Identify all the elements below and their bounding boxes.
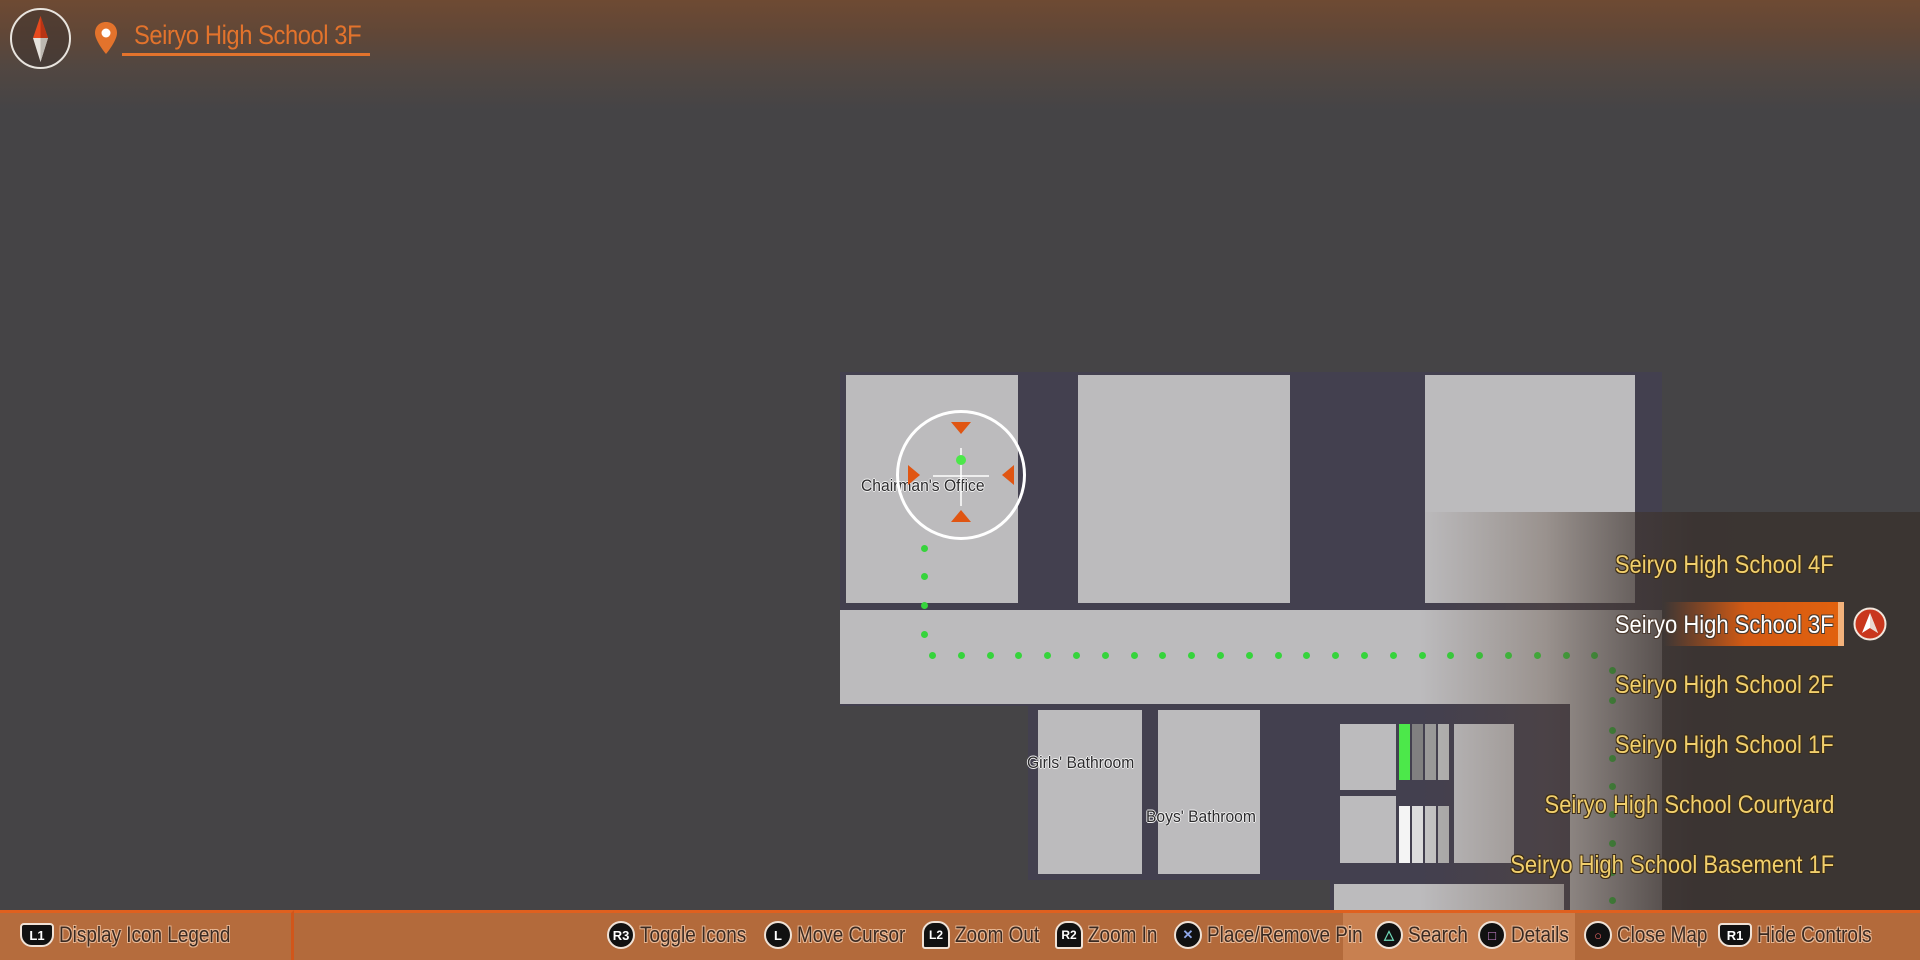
- room-girls-bathroom[interactable]: [1038, 710, 1142, 874]
- hint-place-remove-pin[interactable]: ✕ Place/Remove Pin: [1174, 918, 1388, 952]
- wall: [1078, 603, 1290, 607]
- route-dot: [958, 652, 965, 659]
- hint-display-icon-legend[interactable]: L1 Display Icon Legend: [20, 918, 258, 952]
- route-dot: [1073, 652, 1080, 659]
- route-dot: [1044, 652, 1051, 659]
- floor-item-1f[interactable]: Seiryo High School 1F: [1615, 724, 1834, 766]
- hint-search[interactable]: △ Search: [1375, 918, 1478, 952]
- r1-button-icon: R1: [1718, 923, 1752, 947]
- player-location-arrow-icon: [1853, 607, 1887, 641]
- route-dot: [1131, 652, 1138, 659]
- stairs-step: [1399, 806, 1410, 863]
- hint-label: Close Map: [1617, 922, 1708, 947]
- hint-label: Zoom In: [1088, 922, 1158, 947]
- room-boys-bathroom[interactable]: [1158, 710, 1260, 874]
- floor-item-2f[interactable]: Seiryo High School 2F: [1615, 664, 1834, 706]
- route-dot: [1217, 652, 1224, 659]
- route-dot: [1332, 652, 1339, 659]
- wall: [940, 603, 1018, 607]
- cross-button-icon: ✕: [1174, 921, 1202, 949]
- hint-details[interactable]: □ Details: [1478, 918, 1578, 952]
- room-small-a[interactable]: [1340, 724, 1396, 790]
- hint-label: Move Cursor: [797, 922, 906, 947]
- l2-button-icon: L2: [922, 921, 950, 949]
- route-dot: [921, 631, 928, 638]
- route-dot: [921, 602, 928, 609]
- route-dot: [1246, 652, 1253, 659]
- floor-item-3f[interactable]: Seiryo High School 3F: [1615, 604, 1834, 646]
- hint-label: Details: [1511, 922, 1569, 947]
- route-dot: [1275, 652, 1282, 659]
- route-dot: [929, 652, 936, 659]
- hint-label: Display Icon Legend: [59, 922, 231, 947]
- route-dot: [1188, 652, 1195, 659]
- hint-label: Search: [1408, 922, 1468, 947]
- floor-item-4f[interactable]: Seiryo High School 4F: [1615, 544, 1834, 586]
- floor-item-basement-1f[interactable]: Seiryo High School Basement 1F: [1510, 844, 1834, 886]
- route-dot: [921, 573, 928, 580]
- triangle-button-icon: △: [1375, 921, 1403, 949]
- label-boys-bathroom: Boys' Bathroom: [1146, 807, 1256, 826]
- map-cursor-icon[interactable]: [896, 410, 1026, 540]
- route-dot: [1102, 652, 1109, 659]
- hint-zoom-out[interactable]: L2 Zoom Out: [922, 918, 1053, 952]
- route-dot: [1390, 652, 1397, 659]
- hint-label: Zoom Out: [955, 922, 1040, 947]
- r2-button-icon: R2: [1055, 921, 1083, 949]
- l1-button-icon: L1: [20, 923, 54, 947]
- hint-label: Hide Controls: [1757, 922, 1872, 947]
- r3-button-icon: R3: [607, 921, 635, 949]
- room-small-b[interactable]: [1340, 796, 1396, 863]
- left-stick-icon: L: [764, 921, 792, 949]
- square-button-icon: □: [1478, 921, 1506, 949]
- hint-label: Place/Remove Pin: [1207, 922, 1363, 947]
- route-dot: [1303, 652, 1310, 659]
- location-title-underline: [122, 53, 370, 56]
- circle-button-icon: ○: [1584, 921, 1612, 949]
- hint-toggle-icons[interactable]: R3 Toggle Icons: [607, 918, 764, 952]
- route-dot: [1159, 652, 1166, 659]
- route-dot: [1361, 652, 1368, 659]
- compass-icon: [10, 8, 71, 69]
- route-dot: [987, 652, 994, 659]
- room-classroom-a[interactable]: [1078, 375, 1290, 603]
- hint-move-cursor[interactable]: L Move Cursor: [764, 918, 923, 952]
- floor-selected-edge: [1838, 602, 1844, 646]
- location-title: Seiryo High School 3F: [134, 20, 362, 50]
- wall: [846, 603, 916, 607]
- hint-hide-controls[interactable]: R1 Hide Controls: [1718, 918, 1890, 952]
- floor-item-courtyard[interactable]: Seiryo High School Courtyard: [1544, 784, 1834, 826]
- route-dot: [921, 545, 928, 552]
- hint-zoom-in[interactable]: R2 Zoom In: [1055, 918, 1169, 952]
- label-girls-bathroom: Girls' Bathroom: [1027, 753, 1135, 772]
- stairs-up-highlight[interactable]: [1399, 724, 1410, 780]
- route-dot: [1015, 652, 1022, 659]
- hint-close-map[interactable]: ○ Close Map: [1584, 918, 1722, 952]
- location-pin-icon: [94, 21, 118, 59]
- hint-label: Toggle Icons: [640, 922, 747, 947]
